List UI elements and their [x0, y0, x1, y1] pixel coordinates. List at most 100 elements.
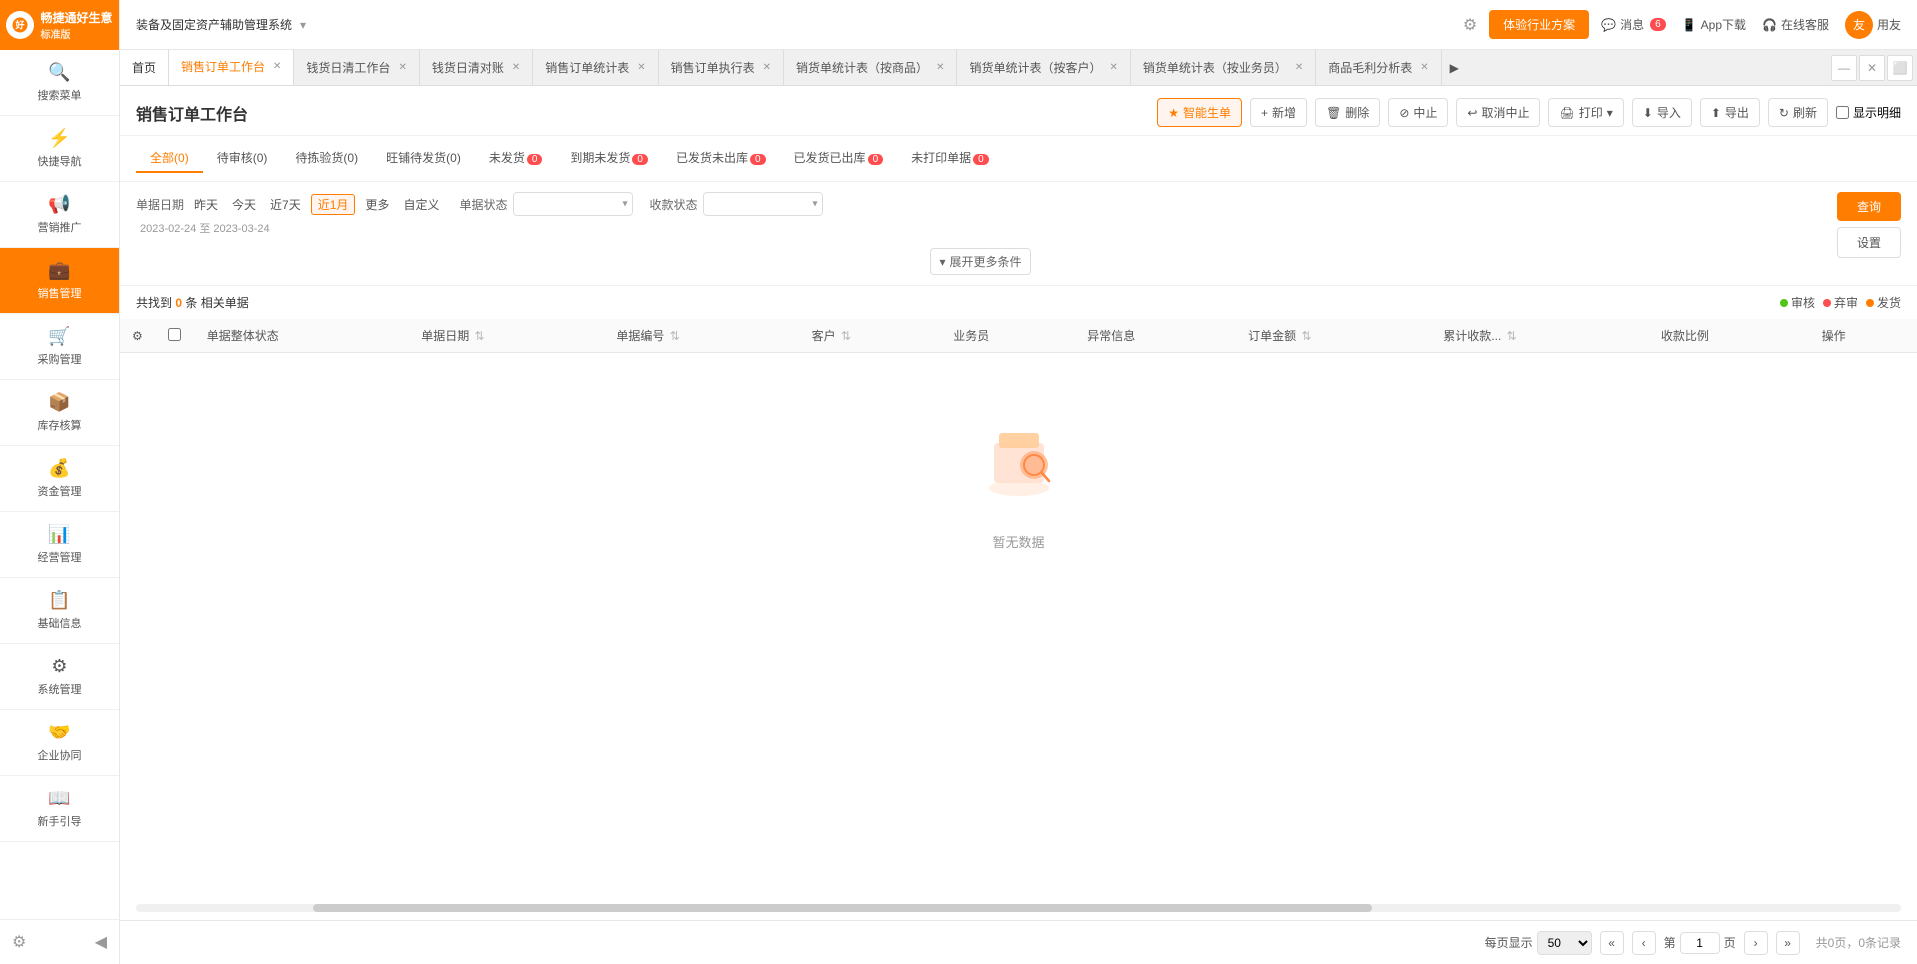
date-opt-yesterday[interactable]: 昨天 — [190, 194, 222, 215]
tab-close-sales-stat-staff[interactable]: ✕ — [1295, 62, 1303, 73]
sidebar-item-operation[interactable]: 📊 经营管理 — [0, 512, 119, 578]
tab-sales-stat-product[interactable]: 销货单统计表（按商品） ✕ — [784, 50, 957, 86]
show-detail-input[interactable] — [1836, 106, 1849, 119]
first-page-btn[interactable]: « — [1600, 931, 1624, 955]
topbar-settings-icon[interactable]: ⚙ — [1463, 15, 1477, 35]
th-settings[interactable]: ⚙ — [120, 319, 155, 353]
tab-sales-stat[interactable]: 销售订单统计表 ✕ — [533, 50, 658, 86]
app-download-action[interactable]: 📱 App下载 — [1682, 16, 1746, 33]
page-size-select[interactable]: 50 10 20 100 — [1537, 931, 1592, 955]
next-page-btn[interactable]: › — [1744, 931, 1768, 955]
cancel-suspend-btn[interactable]: ↩ 取消中止 — [1456, 98, 1540, 127]
expand-more-btn[interactable]: ▾ 展开更多条件 — [930, 248, 1030, 275]
print-btn[interactable]: 🖨 打印 ▾ — [1548, 98, 1623, 127]
subtab-shipped-warehoused[interactable]: 已发货已出库0 — [780, 144, 898, 173]
add-btn[interactable]: + 新增 — [1250, 98, 1307, 127]
online-service-action[interactable]: 🎧 在线客服 — [1762, 16, 1829, 33]
industry-btn[interactable]: 体验行业方案 — [1489, 10, 1589, 39]
subtab-expired-not-shipped[interactable]: 到期未发货0 — [556, 144, 662, 173]
import-btn[interactable]: ⬇ 导入 — [1632, 98, 1692, 127]
sidebar-item-marketing[interactable]: 📢 营销推广 — [0, 182, 119, 248]
filter-settings-btn[interactable]: 设置 — [1837, 227, 1901, 258]
tab-close-cash-daily[interactable]: ✕ — [398, 62, 406, 73]
th-bill-no: 单据编号 ⇅ — [604, 319, 799, 353]
tab-sales-stat-staff[interactable]: 销货单统计表（按业务员） ✕ — [1131, 50, 1316, 86]
last-page-btn[interactable]: » — [1776, 931, 1800, 955]
tab-sales-exec[interactable]: 销售订单执行表 ✕ — [659, 50, 784, 86]
sidebar-item-purchase[interactable]: 🛒 采购管理 — [0, 314, 119, 380]
topbar-title: 装备及固定资产辅助管理系统 ▾ — [136, 16, 1451, 33]
prev-page-btn[interactable]: ‹ — [1632, 931, 1656, 955]
tab-close-sales-order[interactable]: ✕ — [273, 61, 281, 72]
tabbar-more[interactable]: ▶ — [1442, 61, 1467, 75]
date-opt-custom[interactable]: 自定义 — [399, 194, 443, 215]
review-quick-btn[interactable]: 审核 — [1780, 294, 1815, 311]
star-icon: ★ — [1168, 106, 1179, 120]
ship-quick-btn[interactable]: 发货 — [1866, 294, 1901, 311]
sidebar-item-inventory[interactable]: 📦 库存核算 — [0, 380, 119, 446]
date-opt-last7[interactable]: 近7天 — [266, 194, 305, 215]
tab-minimize-btn[interactable]: — — [1831, 55, 1857, 81]
sidebar-item-search[interactable]: 🔍 搜索菜单 — [0, 50, 119, 116]
subtab-not-shipped[interactable]: 未发货0 — [475, 144, 557, 173]
sidebar-item-guide[interactable]: 📖 新手引导 — [0, 776, 119, 842]
cancel-review-quick-btn[interactable]: 弃审 — [1823, 294, 1858, 311]
refresh-btn[interactable]: ↻ 刷新 — [1768, 98, 1828, 127]
tab-close-sales-stat-customer[interactable]: ✕ — [1109, 62, 1117, 73]
scroll-thumb[interactable] — [313, 904, 1372, 912]
subtab-wangpu[interactable]: 旺铺待发货(0) — [372, 144, 475, 173]
sidebar-item-enterprise[interactable]: 🤝 企业协同 — [0, 710, 119, 776]
sort-amount[interactable]: ⇅ — [1301, 329, 1311, 343]
user-action[interactable]: 友 用友 — [1845, 11, 1901, 39]
horizontal-scrollbar[interactable] — [136, 904, 1901, 912]
sort-bill-no[interactable]: ⇅ — [670, 329, 680, 343]
tab-product-margin[interactable]: 商品毛利分析表 ✕ — [1316, 50, 1441, 86]
date-opt-more[interactable]: 更多 — [361, 194, 393, 215]
tab-sales-stat-customer[interactable]: 销货单统计表（按客户） ✕ — [957, 50, 1130, 86]
tab-close-cash-reconcile[interactable]: ✕ — [512, 62, 520, 73]
export-btn[interactable]: ⬆ 导出 — [1700, 98, 1760, 127]
tab-cash-reconcile[interactable]: 钱货日清对账 ✕ — [420, 50, 533, 86]
workbench: 销售订单工作台 ★ 智能生单 + 新增 🗑 删除 ⊘ 中止 — [120, 86, 1917, 964]
date-range-display: 2023-02-24 至 2023-03-24 — [136, 220, 1825, 236]
sidebar: 好 畅捷通好生意 标准版 🔍 搜索菜单 ⚡ 快捷导航 📢 营销推广 💼 销售管理… — [0, 0, 120, 964]
tab-close-sales-stat[interactable]: ✕ — [637, 62, 645, 73]
suspend-btn[interactable]: ⊘ 中止 — [1388, 98, 1448, 127]
sort-bill-date[interactable]: ⇅ — [475, 329, 485, 343]
sidebar-item-basic-info[interactable]: 📋 基础信息 — [0, 578, 119, 644]
date-opt-last1m[interactable]: 近1月 — [311, 194, 356, 215]
subtab-pending-inspect[interactable]: 待拣验货(0) — [281, 144, 372, 173]
sort-customer[interactable]: ⇅ — [841, 329, 851, 343]
query-btn[interactable]: 查询 — [1837, 192, 1901, 221]
show-detail-checkbox[interactable]: 显示明细 — [1836, 104, 1901, 121]
select-all-checkbox[interactable] — [168, 328, 181, 341]
tab-close-product-margin[interactable]: ✕ — [1420, 62, 1428, 73]
tab-close-all-btn[interactable]: ✕ — [1859, 55, 1885, 81]
sidebar-item-quick-nav[interactable]: ⚡ 快捷导航 — [0, 116, 119, 182]
tab-cash-daily[interactable]: 钱货日清工作台 ✕ — [294, 50, 419, 86]
subtab-all[interactable]: 全部(0) — [136, 144, 203, 173]
sort-collected[interactable]: ⇅ — [1507, 329, 1517, 343]
smart-generate-btn[interactable]: ★ 智能生单 — [1157, 98, 1242, 127]
sidebar-collapse-icon[interactable]: ◀ — [95, 932, 107, 952]
page-number-input[interactable] — [1680, 932, 1720, 954]
sidebar-item-sales[interactable]: 💼 销售管理 — [0, 248, 119, 314]
status-select[interactable] — [513, 192, 633, 216]
message-action[interactable]: 💬 消息 6 — [1601, 16, 1666, 33]
cancel-review-dot — [1823, 299, 1831, 307]
sidebar-item-system[interactable]: ⚙ 系统管理 — [0, 644, 119, 710]
subtab-not-printed[interactable]: 未打印单据0 — [897, 144, 1003, 173]
payment-select[interactable] — [703, 192, 823, 216]
tab-sales-order[interactable]: 销售订单工作台 ✕ — [169, 50, 294, 86]
th-customer: 客户 ⇅ — [800, 319, 942, 353]
tab-close-sales-exec[interactable]: ✕ — [763, 62, 771, 73]
sidebar-item-finance[interactable]: 💰 资金管理 — [0, 446, 119, 512]
tab-close-sales-stat-product[interactable]: ✕ — [936, 62, 944, 73]
tab-expand-btn[interactable]: ⬜ — [1887, 55, 1913, 81]
sidebar-settings-icon[interactable]: ⚙ — [12, 932, 26, 952]
delete-btn[interactable]: 🗑 删除 — [1315, 98, 1380, 127]
date-opt-today[interactable]: 今天 — [228, 194, 260, 215]
subtab-shipped-not-warehoused[interactable]: 已发货未出库0 — [662, 144, 780, 173]
tab-home[interactable]: 首页 — [120, 50, 169, 86]
subtab-pending-review[interactable]: 待审核(0) — [203, 144, 282, 173]
